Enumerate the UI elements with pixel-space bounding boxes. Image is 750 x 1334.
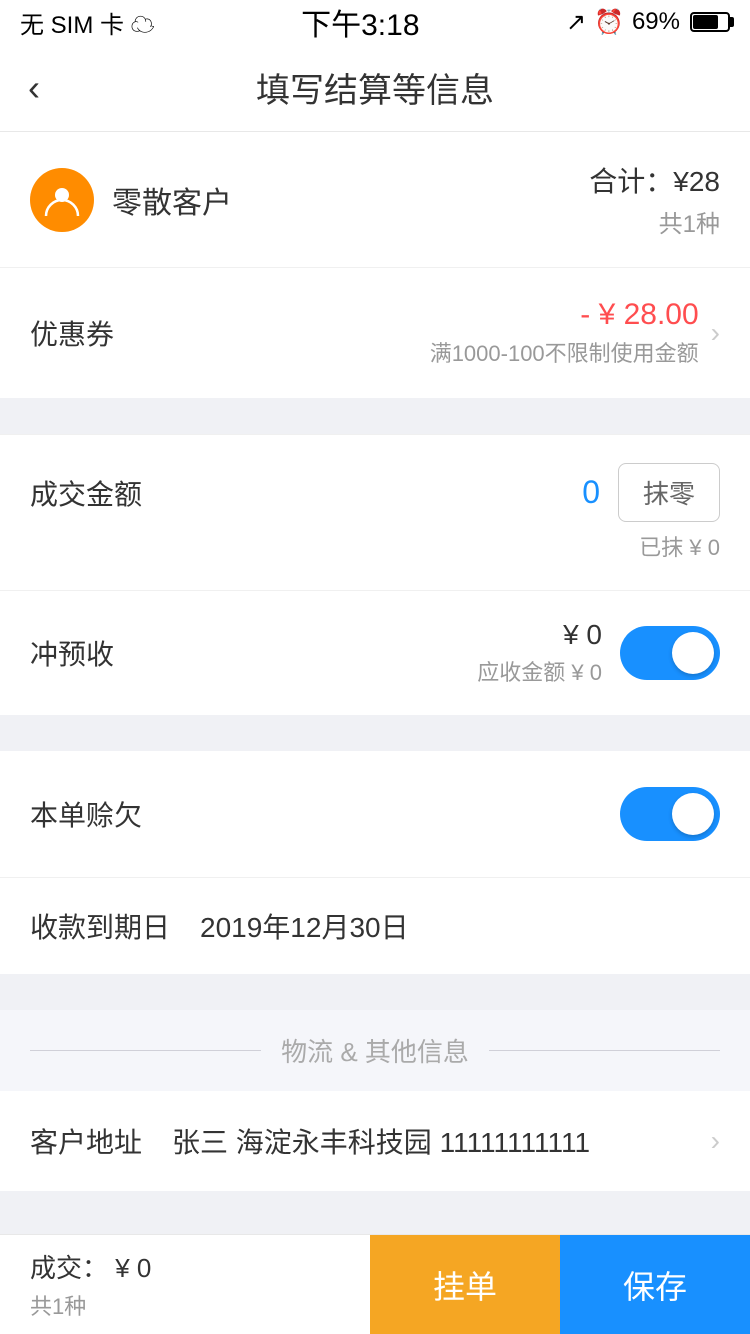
address-value: 张三 海淀永丰科技园 11111111111 [172,1121,711,1161]
save-button[interactable]: 保存 [560,1235,750,1334]
address-label: 客户地址 [30,1121,142,1161]
debt-toggle[interactable] [620,787,720,841]
customer-summary: 合计：¥28 共1种 [589,160,720,239]
address-chevron-icon: › [711,1125,720,1157]
section-divider-3 [0,992,750,1010]
alarm-icon: ⏰ [594,8,624,37]
debt-section: 本单赊欠 收款到期日 2019年12月30日 [0,751,750,974]
nav-bar: ‹ 填写结算等信息 [0,44,750,132]
duedate-value: 2019年12月30日 [200,906,409,946]
address-row[interactable]: 客户地址 张三 海淀永丰科技园 11111111111 › [0,1091,750,1191]
prepaid-sub-amount: 应收金额 ¥ 0 [477,655,602,687]
prepaid-main-amount: ¥ 0 [477,619,602,651]
save-button-label: 保存 [623,1262,687,1308]
address-section: 客户地址 张三 海淀永丰科技园 11111111111 › [0,1091,750,1191]
customer-left: 零散客户 [30,168,232,232]
customer-row: 零散客户 合计：¥28 共1种 [0,132,750,267]
chevron-right-icon: › [711,317,720,349]
location-icon: ↗ [566,8,586,37]
prepaid-amounts: ¥ 0 应收金额 ¥ 0 [477,619,602,687]
bottom-deal: 成交： ¥ 0 [30,1248,340,1285]
transaction-row: 成交金额 0 抹零 已抹 ¥ 0 [0,434,750,590]
logistics-header: 物流 & 其他信息 [0,1010,750,1091]
deal-label: 成交： [30,1253,108,1283]
prepaid-row: 冲预收 ¥ 0 应收金额 ¥ 0 [0,590,750,715]
coupon-right: - ¥ 28.00 满1000-100不限制使用金额 › [430,298,720,368]
summary-total: 合计：¥28 [589,160,720,200]
coupon-amount: - ¥ 28.00 [430,298,699,332]
back-button[interactable]: ‹ [28,67,40,109]
debt-toggle-knob [672,793,714,835]
duedate-label: 收款到期日 [30,906,170,946]
transaction-label: 成交金额 [30,473,142,513]
prepaid-top: 冲预收 ¥ 0 应收金额 ¥ 0 [30,619,720,687]
round-button[interactable]: 抹零 [618,463,720,522]
battery-icon [690,12,730,32]
debt-row: 本单赊欠 [0,751,750,877]
customer-section: 零散客户 合计：¥28 共1种 优惠券 - ¥ 28.00 满1000-100不… [0,132,750,398]
coupon-row[interactable]: 优惠券 - ¥ 28.00 满1000-100不限制使用金额 › [0,267,750,398]
sim-label: 无 SIM 卡 ☁ [20,5,155,40]
transaction-sub: 已抹 ¥ 0 [30,530,720,562]
transaction-right: 0 抹零 [582,463,720,522]
battery-label: 69% [632,8,680,36]
status-time: 下午3:18 [301,0,419,44]
toggle-knob [672,632,714,674]
section-divider-1 [0,416,750,434]
logistics-line-left [30,1050,261,1051]
duedate-row: 收款到期日 2019年12月30日 [0,877,750,974]
coupon-label: 优惠券 [30,313,114,353]
summary-count: 共1种 [589,204,720,239]
deal-value: ¥ 0 [115,1253,151,1283]
debt-label: 本单赊欠 [30,794,142,834]
transaction-value[interactable]: 0 [582,474,600,511]
transaction-top: 成交金额 0 抹零 [30,463,720,522]
main-content: 零散客户 合计：¥28 共1种 优惠券 - ¥ 28.00 满1000-100不… [0,132,750,1319]
customer-avatar [30,168,94,232]
logistics-label: 物流 & 其他信息 [281,1032,469,1069]
section-divider-2 [0,733,750,751]
transaction-section: 成交金额 0 抹零 已抹 ¥ 0 冲预收 ¥ 0 应收金额 ¥ 0 [0,434,750,715]
bottom-count: 共1种 [30,1289,340,1321]
bottom-summary: 成交： ¥ 0 共1种 [0,1235,370,1334]
coupon-info: - ¥ 28.00 满1000-100不限制使用金额 [430,298,699,368]
hold-button-label: 挂单 [433,1262,497,1308]
coupon-desc: 满1000-100不限制使用金额 [430,336,699,368]
status-right: ↗ ⏰ 69% [566,8,730,37]
page-title: 填写结算等信息 [256,63,494,112]
customer-name: 零散客户 [112,178,232,222]
bottom-bar: 成交： ¥ 0 共1种 挂单 保存 [0,1234,750,1334]
prepaid-label: 冲预收 [30,633,114,673]
hold-button[interactable]: 挂单 [370,1235,560,1334]
status-bar: 无 SIM 卡 ☁ 下午3:18 ↗ ⏰ 69% [0,0,750,44]
prepaid-right: ¥ 0 应收金额 ¥ 0 [477,619,720,687]
logistics-line-right [489,1050,720,1051]
status-left: 无 SIM 卡 ☁ [20,5,155,40]
prepaid-toggle[interactable] [620,626,720,680]
